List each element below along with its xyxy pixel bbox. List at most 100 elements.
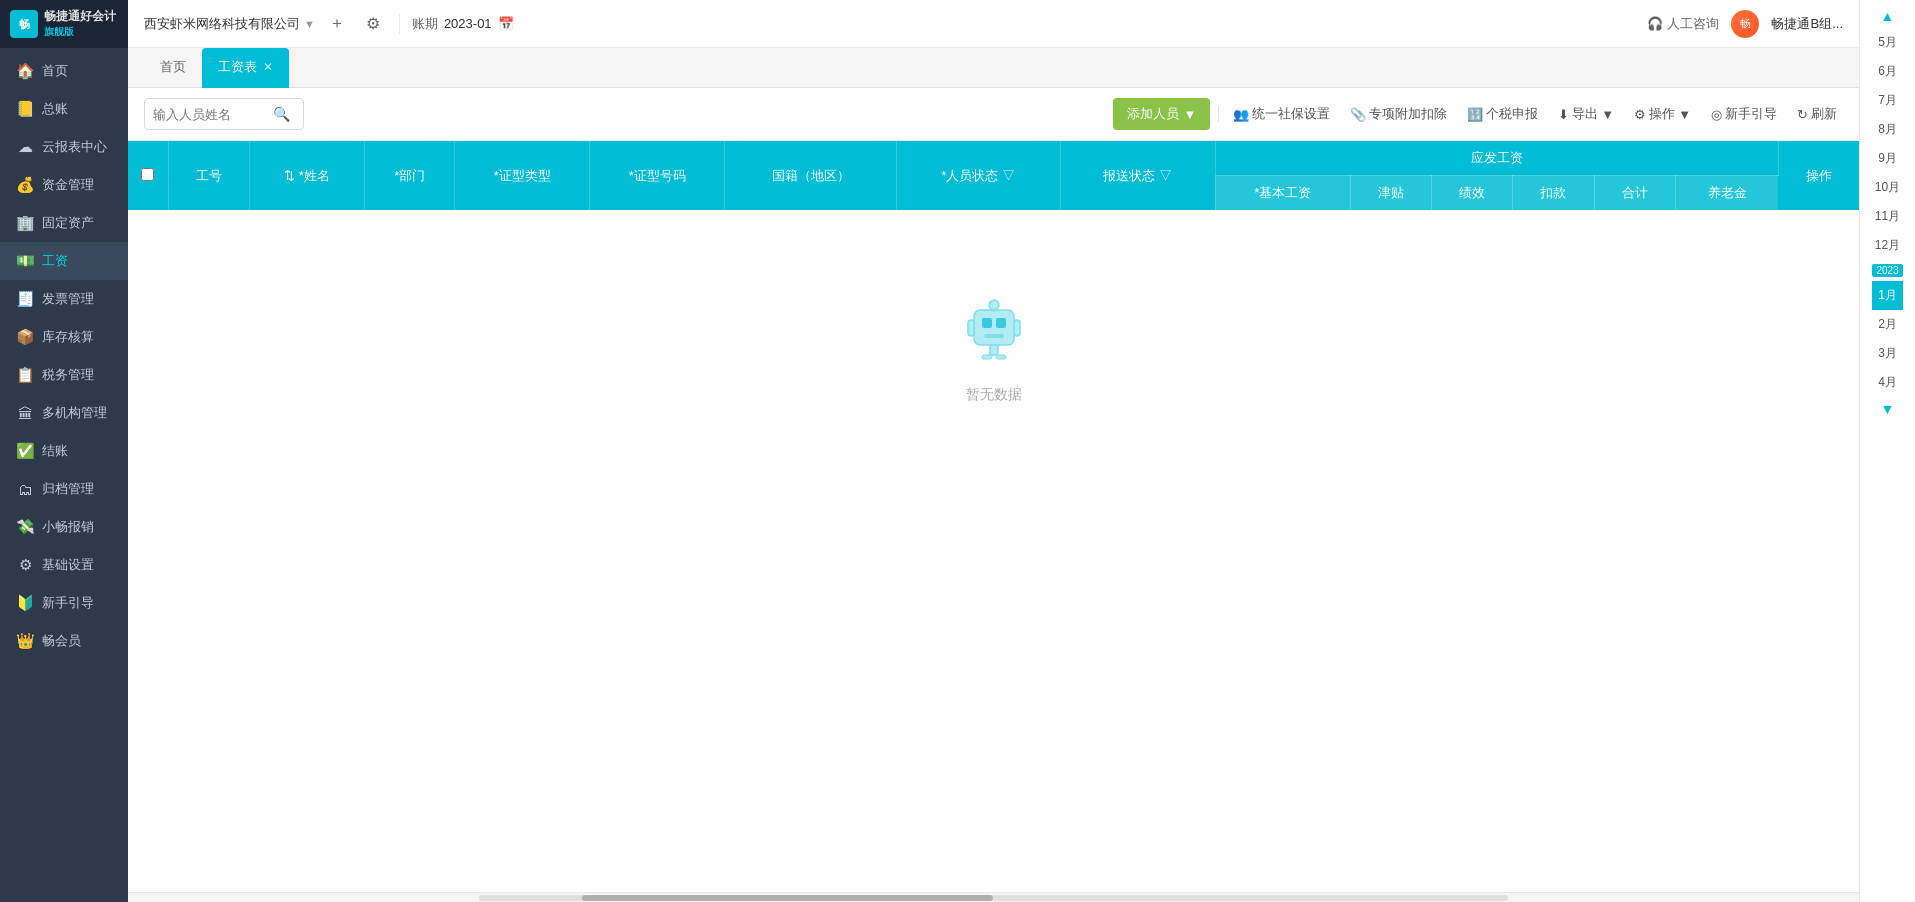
nav-label-tax: 税务管理 [42, 366, 94, 384]
nav-icon-cloud-report: ☁ [16, 138, 34, 156]
headset-icon: 🎧 [1647, 16, 1663, 31]
sidebar-item-cloud-report[interactable]: ☁ 云报表中心 [0, 128, 128, 166]
sidebar-item-invoice[interactable]: 🧾发票管理 [0, 280, 128, 318]
th-deduction: 扣款 [1513, 176, 1594, 211]
nav-label-salary: 工资 [42, 252, 68, 270]
calendar-icon[interactable]: 📅 [498, 16, 514, 31]
th-name: ⇅ *姓名 [249, 141, 364, 210]
tab-salary-table[interactable]: 工资表 ✕ [202, 48, 289, 88]
nav-label-cloud-report: 云报表中心 [42, 138, 107, 156]
month-item-2023-9[interactable]: 2月 [1872, 310, 1902, 339]
dropdown-arrow-icon: ▼ [1183, 107, 1196, 122]
sidebar-item-home[interactable]: 🏠首页 [0, 52, 128, 90]
select-all-checkbox[interactable] [141, 168, 154, 181]
sidebar-item-guide[interactable]: 🔰新手引导 [0, 584, 128, 622]
nav-label-guide: 新手引导 [42, 594, 94, 612]
sort-icon: ⇅ [284, 168, 295, 183]
svg-rect-6 [996, 355, 1006, 359]
add-person-label: 添加人员 [1127, 105, 1179, 123]
customer-service-button[interactable]: 🎧 人工咨询 [1647, 15, 1719, 33]
month-item-2022-4[interactable]: 9月 [1872, 144, 1902, 173]
tax-report-button[interactable]: 🔢 个税申报 [1461, 98, 1544, 130]
sidebar-item-expense[interactable]: 💸小畅报销 [0, 508, 128, 546]
user-name: 畅捷通B组... [1771, 15, 1843, 33]
filter-icon-person-status[interactable]: ▽ [1002, 168, 1015, 183]
month-item-2022-6[interactable]: 11月 [1872, 202, 1902, 231]
add-company-button[interactable]: ＋ [323, 10, 351, 38]
export-button[interactable]: ⬇ 导出 ▼ [1552, 98, 1620, 130]
nav-icon-settings: ⚙ [16, 556, 34, 574]
sidebar-item-archive[interactable]: 🗂归档管理 [0, 470, 128, 508]
nav-label-settings: 基础设置 [42, 556, 94, 574]
nav-label-inventory: 库存核算 [42, 328, 94, 346]
sidebar-item-fixed-assets[interactable]: 🏢固定资产 [0, 204, 128, 242]
sidebar-item-inventory[interactable]: 📦库存核算 [0, 318, 128, 356]
th-id-type: *证型类型 [455, 141, 590, 210]
toolbar-divider [1218, 106, 1219, 122]
nav-label-multi-org: 多机构管理 [42, 404, 107, 422]
refresh-button[interactable]: ↻ 刷新 [1791, 98, 1843, 130]
sidebar-item-settle[interactable]: ✅结账 [0, 432, 128, 470]
scrollbar-thumb[interactable] [582, 895, 994, 901]
scrollbar-track [479, 895, 1508, 901]
nav-label-member: 畅会员 [42, 632, 81, 650]
guide-icon: ◎ [1711, 107, 1722, 122]
sidebar-item-member[interactable]: 👑 畅会员 [0, 622, 128, 660]
salary-table: 工号 ⇅ *姓名 *部门 *证型类型 *证型号码 [128, 141, 1859, 484]
th-id-number: *证型号码 [590, 141, 725, 210]
sidebar-item-ledger[interactable]: 📒总账 [0, 90, 128, 128]
company-selector[interactable]: 西安虾米网络科技有限公司 ▼ [144, 15, 315, 33]
tax-icon: 🔢 [1467, 107, 1483, 122]
month-item-2022-5[interactable]: 10月 [1872, 173, 1902, 202]
sidebar-item-tax[interactable]: 📋税务管理 [0, 356, 128, 394]
month-item-2023-11[interactable]: 4月 [1872, 368, 1902, 397]
month-item-2022-1[interactable]: 6月 [1872, 57, 1902, 86]
month-item-2022-7[interactable]: 12月 [1872, 231, 1902, 260]
month-prev-button[interactable]: ▲ [1860, 4, 1915, 28]
th-allowance: 津贴 [1350, 176, 1431, 211]
horizontal-scrollbar[interactable] [128, 892, 1859, 902]
month-item-2022-0[interactable]: 5月 [1872, 28, 1902, 57]
month-item-2022-2[interactable]: 7月 [1872, 86, 1902, 115]
filter-icon-report-status[interactable]: ▽ [1159, 168, 1172, 183]
month-panel: ▲ 5月6月7月8月9月10月11月12月20231月2月3月4月 ▼ [1859, 0, 1915, 902]
app-title: 畅捷通好会计 [44, 9, 116, 25]
settings-button[interactable]: ⚙ [359, 10, 387, 38]
svg-rect-2 [996, 318, 1006, 328]
search-box[interactable]: 🔍 [144, 98, 304, 130]
nav-icon-fund: 💰 [16, 176, 34, 194]
th-checkbox[interactable] [128, 141, 168, 210]
guide-button[interactable]: ◎ 新手引导 [1705, 98, 1783, 130]
nav-label-invoice: 发票管理 [42, 290, 94, 308]
search-input[interactable] [153, 107, 273, 122]
nav-label-fixed-assets: 固定资产 [42, 214, 94, 232]
nav-icon-member: 👑 [16, 632, 34, 650]
nav-icon-ledger: 📒 [16, 100, 34, 118]
export-icon: ⬇ [1558, 107, 1569, 122]
add-person-button[interactable]: 添加人员 ▼ [1113, 98, 1210, 130]
sidebar-item-salary[interactable]: 💵工资 [0, 242, 128, 280]
tab-home[interactable]: 首页 [144, 48, 202, 88]
operation-button[interactable]: ⚙ 操作 ▼ [1628, 98, 1697, 130]
special-deduction-button[interactable]: 📎 专项附加扣除 [1344, 98, 1453, 130]
app-edition: 旗舰版 [44, 25, 116, 39]
sidebar-item-multi-org[interactable]: 🏛 多机构管理 [0, 394, 128, 432]
month-item-2023-8[interactable]: 1月 [1872, 281, 1902, 310]
svg-rect-0 [974, 310, 1014, 345]
social-insurance-button[interactable]: 👥 统一社保设置 [1227, 98, 1336, 130]
th-employee-id: 工号 [168, 141, 249, 210]
tab-close-icon[interactable]: ✕ [263, 60, 273, 74]
sidebar-item-fund[interactable]: 💰资金管理 [0, 166, 128, 204]
month-item-2022-3[interactable]: 8月 [1872, 115, 1902, 144]
empty-robot-icon [954, 290, 1034, 370]
nav-icon-archive: 🗂 [16, 481, 34, 498]
sidebar: 畅 畅捷通好会计 旗舰版 🏠首页📒总账☁云报表中心💰资金管理🏢固定资产💵工资🧾发… [0, 0, 128, 902]
sidebar-item-settings[interactable]: ⚙ 基础设置 [0, 546, 128, 584]
nav-icon-multi-org: 🏛 [16, 405, 34, 422]
period-selector: 账期 2023-01 📅 [412, 15, 514, 33]
svg-rect-1 [982, 318, 992, 328]
tabbar: 首页 工资表 ✕ [128, 48, 1859, 88]
month-item-2023-10[interactable]: 3月 [1872, 339, 1902, 368]
deduction-icon: 📎 [1350, 107, 1366, 122]
month-next-button[interactable]: ▼ [1860, 397, 1915, 421]
